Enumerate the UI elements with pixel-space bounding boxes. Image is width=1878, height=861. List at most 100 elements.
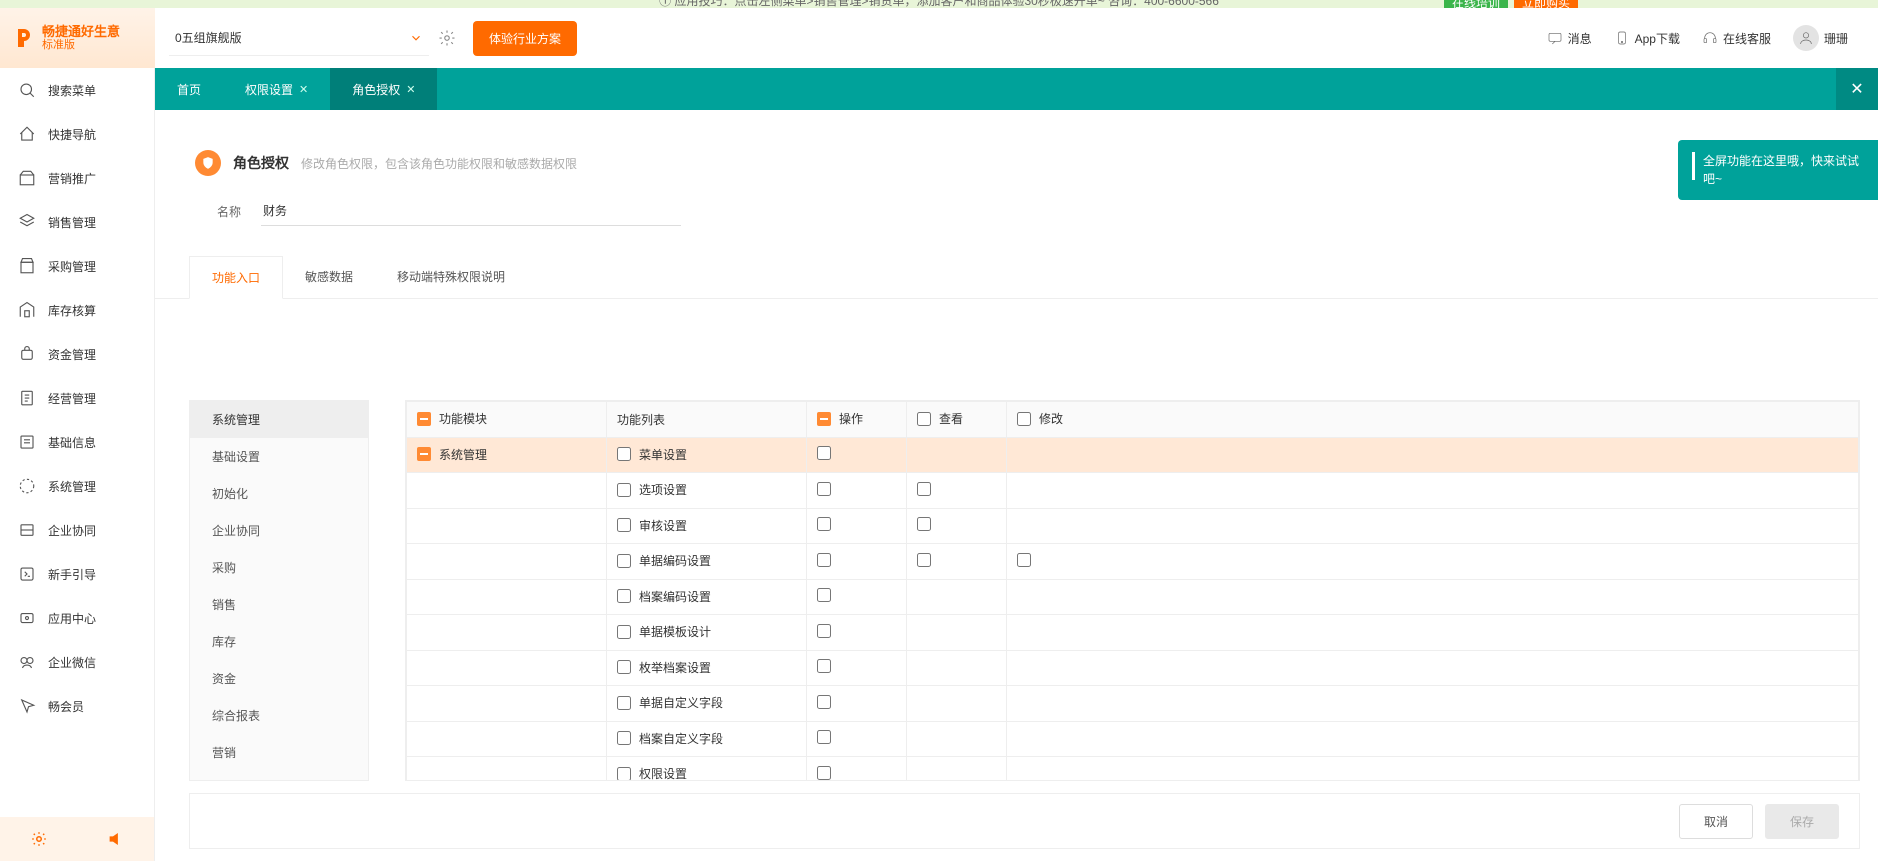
nav-item[interactable]: 基础信息 [0,420,154,464]
category-item[interactable]: 库存 [190,623,368,660]
row-op-check[interactable] [817,659,831,673]
row-module-check[interactable]: 系统管理 [417,446,487,463]
permission-grid[interactable]: 功能模块 功能列表 操作 查看 修改 系统管理 菜单设置选项设置审核设置单据编码设… [405,400,1860,781]
name-row: 名称 财务 [155,186,1878,256]
nav-item[interactable]: 搜索菜单 [0,68,154,112]
row-name-check[interactable]: 单据编码设置 [617,552,711,569]
col-view-check[interactable]: 查看 [917,410,963,427]
org-value: 0五组旗舰版 [175,29,242,46]
nav-icon [18,257,36,275]
row-op-check[interactable] [817,553,831,567]
row-op-check[interactable] [817,517,831,531]
nav-item[interactable]: 采购管理 [0,244,154,288]
row-op-check[interactable] [817,588,831,602]
nav-icon [18,697,36,715]
row-view-check[interactable] [917,482,931,496]
nav-item[interactable]: 资金管理 [0,332,154,376]
tab[interactable]: 权限设置✕ [223,68,330,110]
row-name-check[interactable]: 选项设置 [617,481,687,498]
cancel-button[interactable]: 取消 [1679,804,1753,839]
row-edit-check[interactable] [1017,553,1031,567]
nav-item[interactable]: 经营管理 [0,376,154,420]
content-tab[interactable]: 移动端特殊权限说明 [375,256,527,298]
row-view-check[interactable] [917,517,931,531]
close-icon[interactable]: ✕ [406,83,415,96]
row-name-check[interactable]: 单据模板设计 [617,623,711,640]
category-item[interactable]: 初始化 [190,475,368,512]
category-item[interactable]: 销售 [190,586,368,623]
category-item[interactable]: 基础设置 [190,438,368,475]
nav-item[interactable]: 畅会员 [0,684,154,728]
row-name-check[interactable]: 审核设置 [617,517,687,534]
industry-plan-button[interactable]: 体验行业方案 [473,21,577,56]
nav-item[interactable]: 系统管理 [0,464,154,508]
row-view-check[interactable] [917,553,931,567]
row-op-check[interactable] [817,695,831,709]
org-select[interactable]: 0五组旗舰版 [169,20,429,56]
messages-button[interactable]: 消息 [1547,30,1592,47]
shield-icon [195,150,221,176]
nav-item[interactable]: 应用中心 [0,596,154,640]
gear-icon[interactable] [30,830,48,848]
content-tab[interactable]: 敏感数据 [283,256,375,298]
table-row: 系统管理 菜单设置 [407,437,1859,473]
fullscreen-callout[interactable]: 全屏功能在这里哦，快来试试吧~ [1678,140,1878,200]
name-label: 名称 [217,203,241,220]
close-all-tabs[interactable]: ✕ [1836,68,1878,110]
table-row: 选项设置 [407,473,1859,509]
category-item[interactable]: 系统管理 [190,401,368,438]
nav-item[interactable]: 销售管理 [0,200,154,244]
tab[interactable]: 首页 [155,68,223,110]
row-op-check[interactable] [817,446,831,460]
user-menu[interactable]: 珊珊 [1793,25,1848,51]
nav-item[interactable]: 新手引导 [0,552,154,596]
category-item[interactable]: 采购 [190,549,368,586]
settings-button[interactable] [429,20,465,56]
chevron-down-icon [409,31,423,45]
content-tab[interactable]: 功能入口 [189,256,283,299]
nav-icon [18,301,36,319]
table-row: 审核设置 [407,508,1859,544]
table-row: 枚举档案设置 [407,650,1859,686]
nav-item[interactable]: 库存核算 [0,288,154,332]
nav-item[interactable]: 企业协同 [0,508,154,552]
avatar [1793,25,1819,51]
row-name-check[interactable]: 枚举档案设置 [617,659,711,676]
category-item[interactable]: 营销 [190,734,368,771]
nav-item[interactable]: 营销推广 [0,156,154,200]
row-op-check[interactable] [817,482,831,496]
chat-icon [1547,30,1563,46]
nav-icon [18,521,36,539]
category-item[interactable]: 资金 [190,660,368,697]
banner-tip: ① 应用技巧：点击左侧菜单>销售管理>销货单，添加客户和商品体验30秒极速开单~… [659,0,1219,8]
col-list: 功能列表 [617,413,665,427]
nav-item[interactable]: 企业微信 [0,640,154,684]
logo-icon [12,26,36,50]
banner-train-button[interactable]: 在线培训 [1444,0,1508,8]
banner-buy-button[interactable]: 立即购买 [1514,0,1578,8]
tab[interactable]: 角色授权✕ [330,68,437,110]
row-name-check[interactable]: 单据自定义字段 [617,694,723,711]
col-op-check[interactable]: 操作 [817,410,863,427]
col-module-check[interactable]: 功能模块 [417,410,487,427]
row-name-check[interactable]: 权限设置 [617,765,687,781]
nav-icon [18,345,36,363]
col-edit-check[interactable]: 修改 [1017,410,1063,427]
close-icon[interactable]: ✕ [299,83,308,96]
category-item[interactable]: 综合报表 [190,697,368,734]
table-row: 单据自定义字段 [407,686,1859,722]
category-item[interactable]: 企业协同 [190,512,368,549]
row-op-check[interactable] [817,624,831,638]
row-op-check[interactable] [817,766,831,780]
app-download-button[interactable]: App下载 [1614,30,1680,47]
header: 畅捷通好生意 标准版 0五组旗舰版 体验行业方案 消息 App下载 在线客服 [0,8,1878,68]
row-name-check[interactable]: 档案编码设置 [617,588,711,605]
speaker-icon[interactable] [107,830,125,848]
row-name-check[interactable]: 档案自定义字段 [617,730,723,747]
row-name-check[interactable]: 菜单设置 [617,446,687,463]
row-op-check[interactable] [817,730,831,744]
page-subtitle: 修改角色权限，包含该角色功能权限和敏感数据权限 [301,155,577,172]
support-button[interactable]: 在线客服 [1702,30,1771,47]
category-item[interactable]: 云应用 [190,771,368,781]
nav-item[interactable]: 快捷导航 [0,112,154,156]
